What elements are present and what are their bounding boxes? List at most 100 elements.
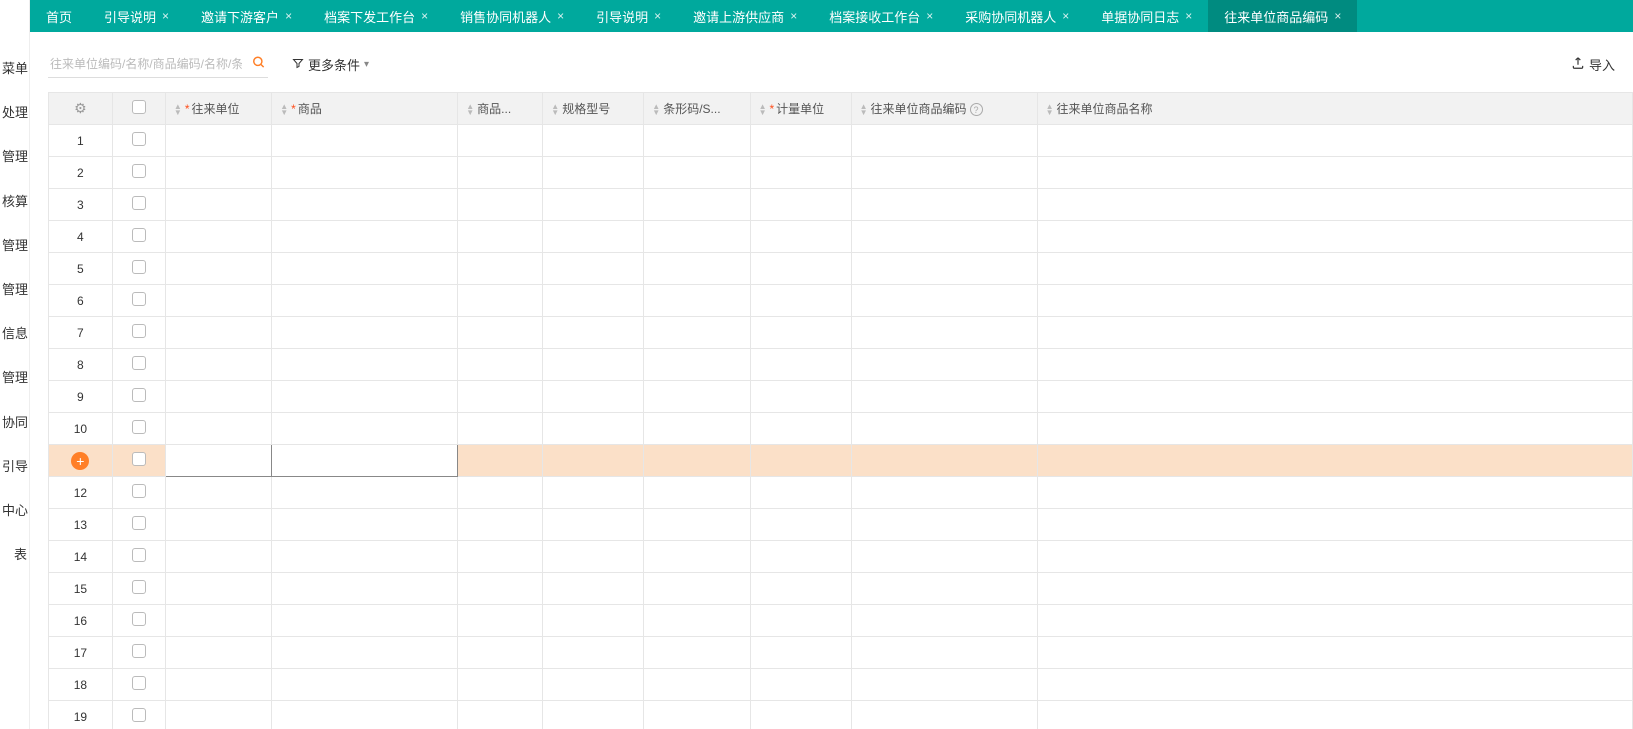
cell[interactable] (543, 381, 644, 413)
table-row[interactable]: 19 (49, 701, 1633, 729)
cell[interactable] (644, 445, 750, 477)
cell[interactable] (272, 573, 458, 605)
cell[interactable] (644, 669, 750, 701)
table-row[interactable]: 18 (49, 669, 1633, 701)
sidebar-item[interactable]: 引导 (0, 448, 29, 486)
cell[interactable] (851, 637, 1037, 669)
close-icon[interactable]: × (162, 9, 169, 23)
cell[interactable] (1037, 285, 1632, 317)
table-row[interactable]: 10 (49, 413, 1633, 445)
sidebar-item[interactable]: 处理 (0, 94, 29, 132)
checkbox[interactable] (132, 388, 146, 402)
cell[interactable] (272, 605, 458, 637)
cell[interactable] (165, 317, 271, 349)
cell[interactable] (165, 573, 271, 605)
cell[interactable] (851, 125, 1037, 157)
cell[interactable] (1037, 445, 1632, 477)
cell[interactable] (851, 509, 1037, 541)
checkbox[interactable] (132, 292, 146, 306)
cell[interactable] (644, 541, 750, 573)
cell[interactable] (644, 189, 750, 221)
cell[interactable] (458, 157, 543, 189)
cell[interactable] (458, 605, 543, 637)
cell[interactable] (165, 605, 271, 637)
checkbox[interactable] (132, 612, 146, 626)
cell[interactable] (1037, 221, 1632, 253)
cell[interactable] (644, 573, 750, 605)
cell[interactable] (272, 381, 458, 413)
tab-purchase-bot[interactable]: 采购协同机器人× (949, 0, 1085, 32)
cell[interactable] (750, 669, 851, 701)
cell[interactable] (543, 637, 644, 669)
checkbox[interactable] (132, 644, 146, 658)
cell[interactable] (851, 445, 1037, 477)
cell[interactable] (1037, 669, 1632, 701)
cell[interactable] (458, 477, 543, 509)
table-row[interactable]: 6 (49, 285, 1633, 317)
cell[interactable] (272, 253, 458, 285)
table-row[interactable]: 13 (49, 509, 1633, 541)
cell[interactable] (165, 509, 271, 541)
search-input[interactable] (48, 50, 268, 78)
cell[interactable] (1037, 541, 1632, 573)
cell[interactable] (1037, 701, 1632, 729)
cell[interactable] (272, 541, 458, 573)
column-partner-unit[interactable]: ▲▼*往来单位 (165, 93, 271, 125)
cell[interactable] (543, 189, 644, 221)
cell[interactable] (458, 221, 543, 253)
tab-archive-receive[interactable]: 档案接收工作台× (813, 0, 949, 32)
table-row[interactable]: + (49, 445, 1633, 477)
tab-invite-upstream[interactable]: 邀请上游供应商× (677, 0, 813, 32)
close-icon[interactable]: × (421, 9, 428, 23)
cell[interactable] (458, 669, 543, 701)
checkbox[interactable] (132, 484, 146, 498)
cell[interactable] (165, 189, 271, 221)
cell[interactable] (272, 637, 458, 669)
cell[interactable] (750, 317, 851, 349)
cell[interactable] (1037, 157, 1632, 189)
column-goods-name[interactable]: ▲▼商品... (458, 93, 543, 125)
cell[interactable] (165, 413, 271, 445)
tab-partner-goods-code[interactable]: 往来单位商品编码× (1208, 0, 1357, 32)
cell[interactable] (272, 125, 458, 157)
close-icon[interactable]: × (557, 9, 564, 23)
cell[interactable] (165, 477, 271, 509)
cell[interactable] (851, 413, 1037, 445)
cell[interactable] (458, 573, 543, 605)
cell[interactable] (165, 445, 271, 477)
add-row-button[interactable]: + (71, 452, 89, 470)
cell[interactable] (543, 221, 644, 253)
checkbox[interactable] (132, 196, 146, 210)
cell[interactable] (851, 349, 1037, 381)
checkbox[interactable] (132, 420, 146, 434)
checkbox[interactable] (132, 516, 146, 530)
cell[interactable] (458, 701, 543, 729)
cell[interactable] (458, 189, 543, 221)
cell[interactable] (644, 509, 750, 541)
cell[interactable] (851, 253, 1037, 285)
checkbox[interactable] (132, 708, 146, 722)
cell[interactable] (750, 189, 851, 221)
cell[interactable] (750, 285, 851, 317)
cell[interactable] (543, 285, 644, 317)
sidebar-item[interactable]: 管理 (0, 359, 29, 397)
cell[interactable] (644, 285, 750, 317)
cell[interactable] (851, 541, 1037, 573)
table-row[interactable]: 3 (49, 189, 1633, 221)
cell[interactable] (272, 157, 458, 189)
cell[interactable] (165, 349, 271, 381)
tab-home[interactable]: 首页 (30, 0, 88, 32)
cell[interactable] (272, 509, 458, 541)
cell[interactable] (165, 381, 271, 413)
cell[interactable] (851, 477, 1037, 509)
cell[interactable] (851, 669, 1037, 701)
cell[interactable] (543, 669, 644, 701)
cell[interactable] (543, 701, 644, 729)
sidebar-item[interactable]: 协同 (0, 404, 29, 442)
cell[interactable] (1037, 477, 1632, 509)
cell[interactable] (851, 285, 1037, 317)
cell[interactable] (272, 349, 458, 381)
cell[interactable] (644, 221, 750, 253)
close-icon[interactable]: × (926, 9, 933, 23)
cell[interactable] (458, 637, 543, 669)
